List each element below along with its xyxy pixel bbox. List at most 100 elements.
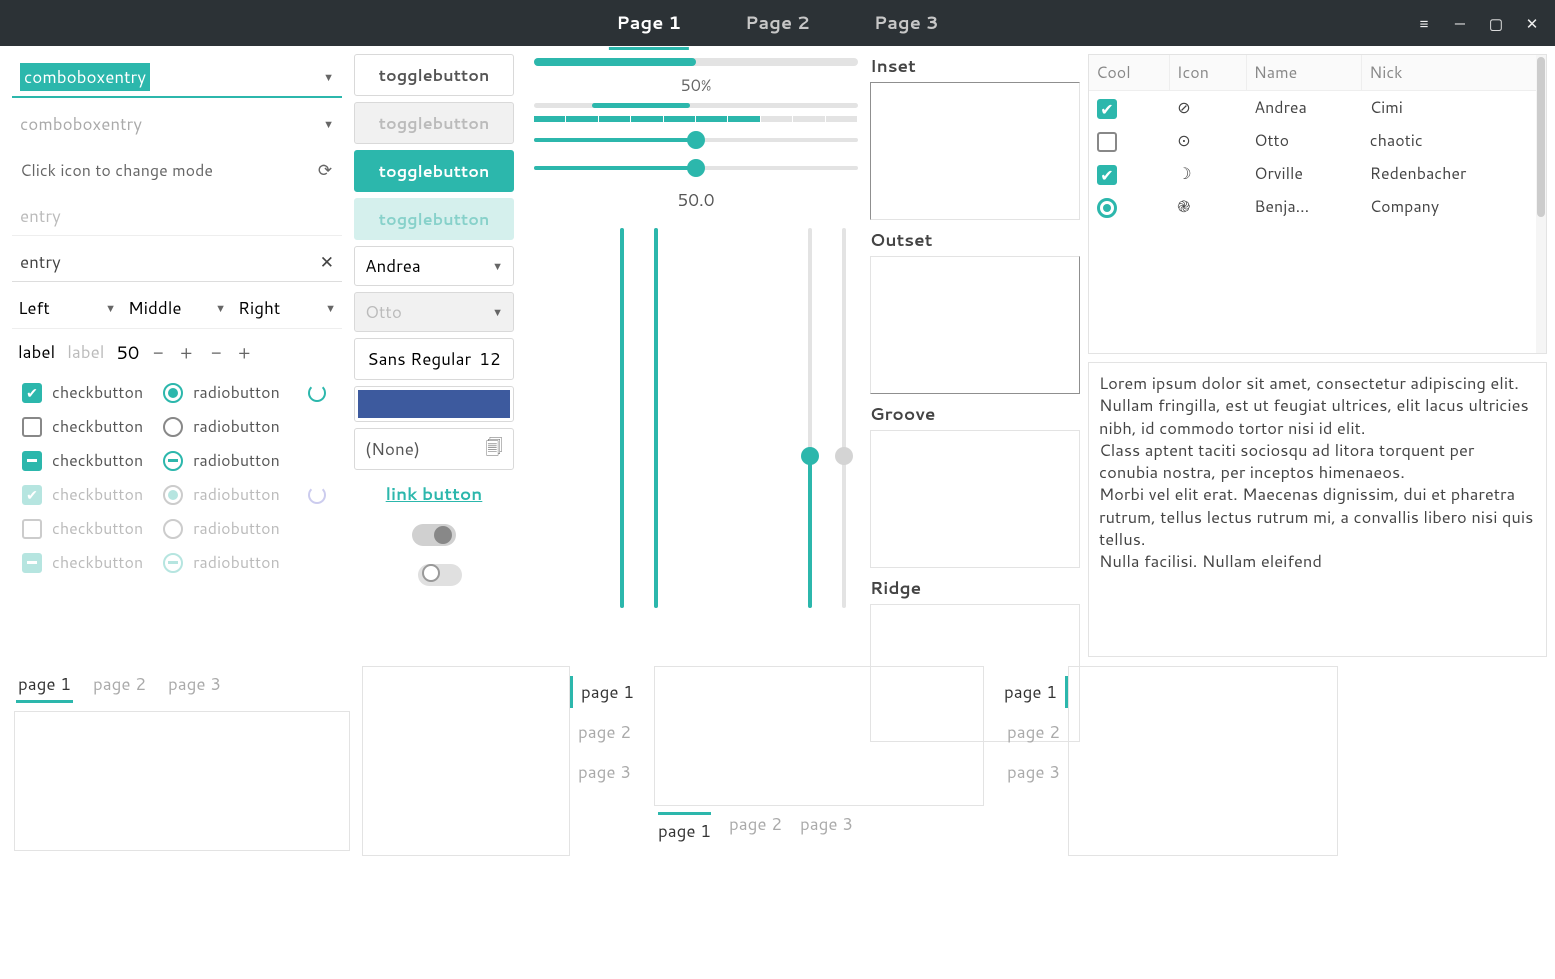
v-slider-3[interactable]: [798, 228, 822, 608]
comboboxentry-active[interactable]: comboboxentry ▼: [12, 58, 342, 98]
entry-value: entry: [20, 250, 61, 274]
h-slider-2[interactable]: [534, 156, 858, 180]
file-chooser-button[interactable]: (None)🗐: [354, 428, 514, 470]
chevron-down-icon[interactable]: ▼: [325, 300, 336, 316]
table-row[interactable]: ✔☽OrvilleRedenbacher: [1089, 157, 1546, 190]
checkbutton-checked[interactable]: ✔checkbutton: [22, 381, 143, 404]
mode-input[interactable]: [20, 159, 316, 182]
checkbutton-unchecked-disabled: checkbutton: [22, 517, 143, 540]
chevron-down-icon[interactable]: ▼: [492, 258, 503, 274]
entry-placeholder[interactable]: entry: [12, 196, 342, 236]
radiobutton-unselected[interactable]: radiobutton: [163, 415, 326, 438]
header-tabs: Page 1 Page 2 Page 3: [608, 0, 946, 50]
checkbutton-unchecked[interactable]: checkbutton: [22, 415, 143, 438]
link-button[interactable]: link button: [354, 476, 514, 512]
nb-tab-1[interactable]: page 1: [570, 676, 642, 708]
entry-filled[interactable]: entry ✕: [12, 242, 342, 282]
spin-plus: +: [235, 339, 253, 365]
chevron-down-icon[interactable]: ▼: [105, 300, 116, 316]
spin-minus[interactable]: −: [149, 339, 167, 365]
comboboxentry-disabled: comboboxentry ▼: [12, 104, 342, 144]
maximize-icon[interactable]: ▢: [1481, 8, 1511, 38]
nb-tab-3[interactable]: page 3: [800, 812, 853, 843]
h-slider-1[interactable]: [534, 128, 858, 152]
table-row[interactable]: ⊙Ottochaotic: [1089, 124, 1546, 157]
tab-page-3[interactable]: Page 3: [866, 0, 947, 50]
nb-tab-3[interactable]: page 3: [999, 756, 1068, 788]
font-button[interactable]: Sans Regular12: [354, 338, 514, 380]
nb-tab-3[interactable]: page 3: [570, 756, 642, 788]
text-view[interactable]: Lorem ipsum dolor sit amet, consectetur …: [1088, 362, 1547, 657]
combo-middle[interactable]: Middle▼: [122, 288, 232, 328]
nb-tab-1[interactable]: page 1: [658, 812, 711, 843]
checkbox-icon[interactable]: [1097, 132, 1117, 152]
nb-tab-1[interactable]: page 1: [16, 668, 73, 703]
nb-tab-2[interactable]: page 2: [729, 812, 782, 843]
table-row[interactable]: ֎Benja...Company: [1089, 190, 1546, 223]
progressbar-indeterminate: [534, 103, 858, 108]
refresh-icon[interactable]: ⟳: [316, 161, 334, 179]
clear-icon[interactable]: ✕: [320, 250, 334, 274]
nb-tab-2[interactable]: page 2: [570, 716, 642, 748]
tab-page-1[interactable]: Page 1: [608, 0, 689, 50]
label-2: label: [67, 340, 104, 364]
scrollbar[interactable]: [1536, 55, 1546, 353]
switch-off[interactable]: [418, 564, 462, 586]
check-circle-icon: ⊘: [1177, 96, 1190, 119]
switch-on[interactable]: [412, 524, 456, 546]
frame-inset: Inset: [870, 54, 1080, 220]
spinner-icon: [308, 384, 326, 402]
table-row[interactable]: ✔⊘AndreaCimi: [1089, 91, 1546, 125]
togglebutton-normal[interactable]: togglebutton: [354, 54, 514, 96]
window-controls: ≡ — ▢ ✕: [1409, 8, 1547, 38]
check-radio-grid: ✔checkbutton checkbutton checkbutton ✔ch…: [12, 375, 342, 580]
color-button[interactable]: [354, 386, 514, 422]
combo-right[interactable]: Right▼: [232, 288, 342, 328]
alert-circle-icon: ⊙: [1177, 129, 1190, 152]
tab-page-2[interactable]: Page 2: [737, 0, 818, 50]
checkbox-icon[interactable]: ✔: [1097, 165, 1117, 185]
v-slider-2[interactable]: [644, 228, 668, 608]
v-slider-4-disabled: [832, 228, 856, 608]
mode-entry[interactable]: ⟳: [12, 150, 342, 190]
notebook-page: [14, 711, 350, 851]
nb-tab-2[interactable]: page 2: [91, 668, 148, 703]
spin-button[interactable]: 50 − +: [116, 339, 195, 365]
spinner-icon: [308, 486, 326, 504]
nb-tab-1[interactable]: page 1: [996, 676, 1068, 708]
close-icon[interactable]: ✕: [1517, 8, 1547, 38]
frame-groove: Groove: [870, 402, 1080, 568]
menu-icon[interactable]: ≡: [1409, 8, 1439, 38]
vertical-sliders: [530, 228, 862, 608]
togglebutton-disabled: togglebutton: [354, 102, 514, 144]
checkbox-icon[interactable]: ✔: [1097, 99, 1117, 119]
chevron-down-icon: ▼: [323, 116, 334, 132]
col-icon[interactable]: Icon: [1169, 55, 1246, 91]
col-name[interactable]: Name: [1246, 55, 1361, 91]
nb-tab-2[interactable]: page 2: [999, 716, 1068, 748]
spin-plus[interactable]: +: [177, 339, 195, 365]
togglebutton-active[interactable]: togglebutton: [354, 150, 514, 192]
radiobutton-mixed-disabled: radiobutton: [163, 551, 326, 574]
tree-view[interactable]: Cool Icon Name Nick ✔⊘AndreaCimi ⊙Ottoch…: [1088, 54, 1547, 354]
notebook-left: page 1 page 2 page 3: [362, 666, 642, 856]
col-nick[interactable]: Nick: [1362, 55, 1546, 91]
checkbutton-indeterminate[interactable]: checkbutton: [22, 449, 143, 472]
notebook-top: page 1 page 2 page 3: [14, 666, 350, 856]
notebook-page: [1068, 666, 1338, 856]
color-swatch: [358, 390, 510, 418]
chevron-down-icon[interactable]: ▼: [215, 300, 226, 316]
chevron-down-icon[interactable]: ▼: [323, 69, 334, 85]
radio-icon[interactable]: [1097, 198, 1117, 218]
notebook-right: page 1 page 2 page 3: [996, 666, 1336, 856]
togglebutton-active-disabled: togglebutton: [354, 198, 514, 240]
v-slider-1[interactable]: [610, 228, 634, 608]
nb-tab-3[interactable]: page 3: [166, 668, 223, 703]
minimize-icon[interactable]: —: [1445, 8, 1475, 38]
combo-andrea[interactable]: Andrea▼: [354, 246, 514, 286]
radiobutton-selected[interactable]: radiobutton: [163, 381, 326, 404]
col-cool[interactable]: Cool: [1089, 55, 1169, 91]
combo-left[interactable]: Left▼: [12, 288, 122, 328]
switch-knob: [434, 526, 452, 544]
radiobutton-mixed[interactable]: radiobutton: [163, 449, 326, 472]
